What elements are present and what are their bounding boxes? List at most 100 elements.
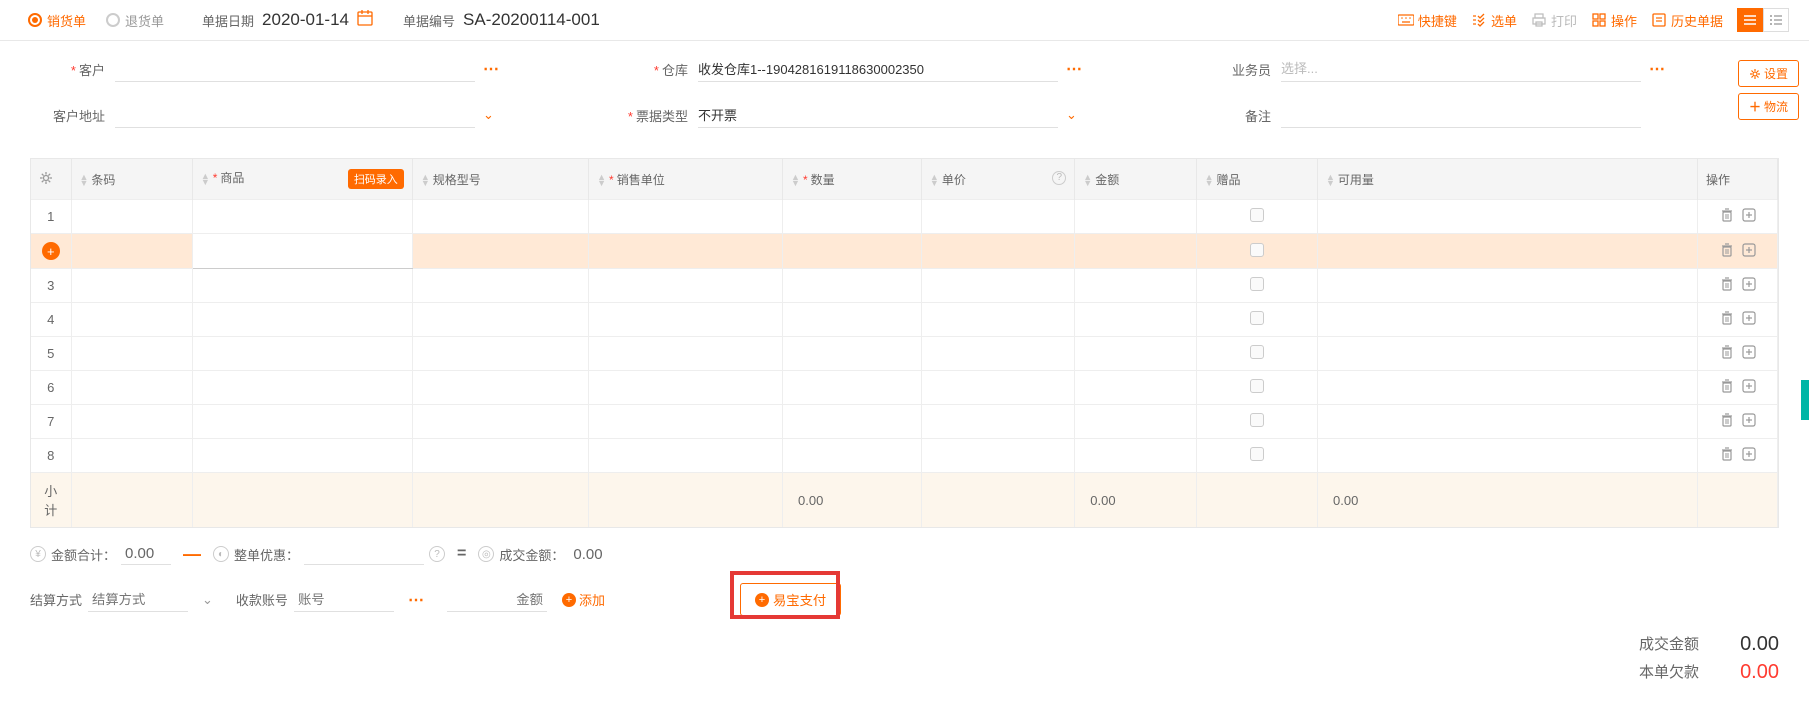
invoice-input[interactable] xyxy=(698,102,1058,128)
cell-barcode[interactable] xyxy=(71,405,192,439)
cell-barcode[interactable] xyxy=(71,439,192,473)
col-amount[interactable]: ▲▼金额 xyxy=(1075,159,1196,200)
cell-available[interactable] xyxy=(1318,337,1698,371)
cell-price[interactable] xyxy=(921,337,1074,371)
settle-input[interactable] xyxy=(88,588,188,612)
more-icon[interactable]: ⋯ xyxy=(475,59,507,79)
view-list-button[interactable] xyxy=(1763,8,1789,32)
cell-product[interactable] xyxy=(192,371,412,405)
cell-barcode[interactable] xyxy=(71,337,192,371)
cell-spec[interactable] xyxy=(412,303,588,337)
add-row-icon[interactable]: + xyxy=(42,242,60,260)
cell-spec[interactable] xyxy=(412,200,588,234)
gift-checkbox[interactable] xyxy=(1250,413,1264,427)
cell-product[interactable] xyxy=(192,269,412,303)
cell-gift[interactable] xyxy=(1196,269,1317,303)
cell-product[interactable] xyxy=(192,303,412,337)
cell-unit[interactable] xyxy=(589,371,783,405)
col-unit[interactable]: ▲▼*销售单位 xyxy=(589,159,783,200)
cell-available[interactable] xyxy=(1318,269,1698,303)
cell-spec[interactable] xyxy=(412,439,588,473)
cell-spec[interactable] xyxy=(412,234,588,269)
yeepay-button[interactable]: + 易宝支付 xyxy=(740,583,841,616)
gift-checkbox[interactable] xyxy=(1250,379,1264,393)
cell-amount[interactable] xyxy=(1075,234,1196,269)
scan-badge[interactable]: 扫码录入 xyxy=(348,169,404,189)
cell-qty[interactable] xyxy=(783,200,922,234)
calendar-icon[interactable] xyxy=(357,10,373,31)
cell-unit[interactable] xyxy=(589,234,783,269)
operate-button[interactable]: 操作 xyxy=(1591,11,1637,30)
history-button[interactable]: 历史单据 xyxy=(1651,11,1723,30)
cell-barcode[interactable] xyxy=(71,234,192,269)
cell-product[interactable] xyxy=(192,200,412,234)
remark-input[interactable] xyxy=(1281,102,1641,128)
cell-unit[interactable] xyxy=(589,439,783,473)
address-input[interactable] xyxy=(115,102,475,128)
table-row[interactable]: 6 xyxy=(31,371,1778,405)
print-button[interactable]: 打印 xyxy=(1531,11,1577,30)
cell-gift[interactable] xyxy=(1196,200,1317,234)
cell-available[interactable] xyxy=(1318,234,1698,269)
salesman-input[interactable] xyxy=(1281,56,1641,82)
gift-checkbox[interactable] xyxy=(1250,208,1264,222)
chevron-down-icon[interactable]: ⌄ xyxy=(194,592,221,608)
col-spec[interactable]: ▲▼规格型号 xyxy=(412,159,588,200)
cell-price[interactable] xyxy=(921,234,1074,269)
cell-barcode[interactable] xyxy=(71,269,192,303)
col-product[interactable]: ▲▼*商品扫码录入 xyxy=(192,159,412,200)
cell-qty[interactable] xyxy=(783,405,922,439)
more-icon[interactable]: ⋯ xyxy=(1641,59,1673,79)
cell-available[interactable] xyxy=(1318,200,1698,234)
more-icon[interactable]: ⋯ xyxy=(1058,59,1090,79)
cell-available[interactable] xyxy=(1318,371,1698,405)
cell-amount[interactable] xyxy=(1075,371,1196,405)
cell-price[interactable] xyxy=(921,371,1074,405)
radio-sales-order[interactable]: 销货单 xyxy=(20,9,94,32)
cell-price[interactable] xyxy=(921,439,1074,473)
chevron-down-icon[interactable]: ⌄ xyxy=(1058,107,1085,123)
cell-amount[interactable] xyxy=(1075,439,1196,473)
table-row[interactable]: 7 xyxy=(31,405,1778,439)
table-row[interactable]: 8 xyxy=(31,439,1778,473)
cell-price[interactable] xyxy=(921,303,1074,337)
table-row[interactable]: 1 xyxy=(31,200,1778,234)
add-icon[interactable] xyxy=(1742,277,1756,294)
table-row[interactable]: 5 xyxy=(31,337,1778,371)
cell-gift[interactable] xyxy=(1196,405,1317,439)
add-icon[interactable] xyxy=(1742,208,1756,225)
chevron-down-icon[interactable]: ⌄ xyxy=(475,107,502,123)
cell-product[interactable] xyxy=(192,234,412,269)
cell-qty[interactable] xyxy=(783,234,922,269)
cell-gift[interactable] xyxy=(1196,371,1317,405)
account-input[interactable] xyxy=(294,588,394,612)
col-barcode[interactable]: ▲▼条码 xyxy=(71,159,192,200)
cell-gift[interactable] xyxy=(1196,234,1317,269)
cell-barcode[interactable] xyxy=(71,371,192,405)
add-icon[interactable] xyxy=(1742,345,1756,362)
customer-input[interactable] xyxy=(115,56,475,82)
help-icon[interactable]: ? xyxy=(1052,171,1066,185)
delete-icon[interactable] xyxy=(1720,277,1734,294)
cell-gift[interactable] xyxy=(1196,439,1317,473)
add-icon[interactable] xyxy=(1742,311,1756,328)
settings-button[interactable]: 设置 xyxy=(1738,60,1799,87)
delete-icon[interactable] xyxy=(1720,345,1734,362)
cell-product[interactable] xyxy=(192,439,412,473)
amount-input[interactable] xyxy=(447,588,547,612)
cell-available[interactable] xyxy=(1318,405,1698,439)
cell-unit[interactable] xyxy=(589,405,783,439)
cell-product[interactable] xyxy=(192,405,412,439)
cell-barcode[interactable] xyxy=(71,200,192,234)
cell-amount[interactable] xyxy=(1075,200,1196,234)
cell-available[interactable] xyxy=(1318,439,1698,473)
cell-price[interactable] xyxy=(921,200,1074,234)
col-gift[interactable]: ▲▼赠品 xyxy=(1196,159,1317,200)
cell-qty[interactable] xyxy=(783,337,922,371)
table-row[interactable]: 3 xyxy=(31,269,1778,303)
warehouse-input[interactable] xyxy=(698,56,1058,82)
scroll-indicator[interactable] xyxy=(1801,380,1809,420)
add-icon[interactable] xyxy=(1742,447,1756,464)
gift-checkbox[interactable] xyxy=(1250,345,1264,359)
delete-icon[interactable] xyxy=(1720,243,1734,260)
